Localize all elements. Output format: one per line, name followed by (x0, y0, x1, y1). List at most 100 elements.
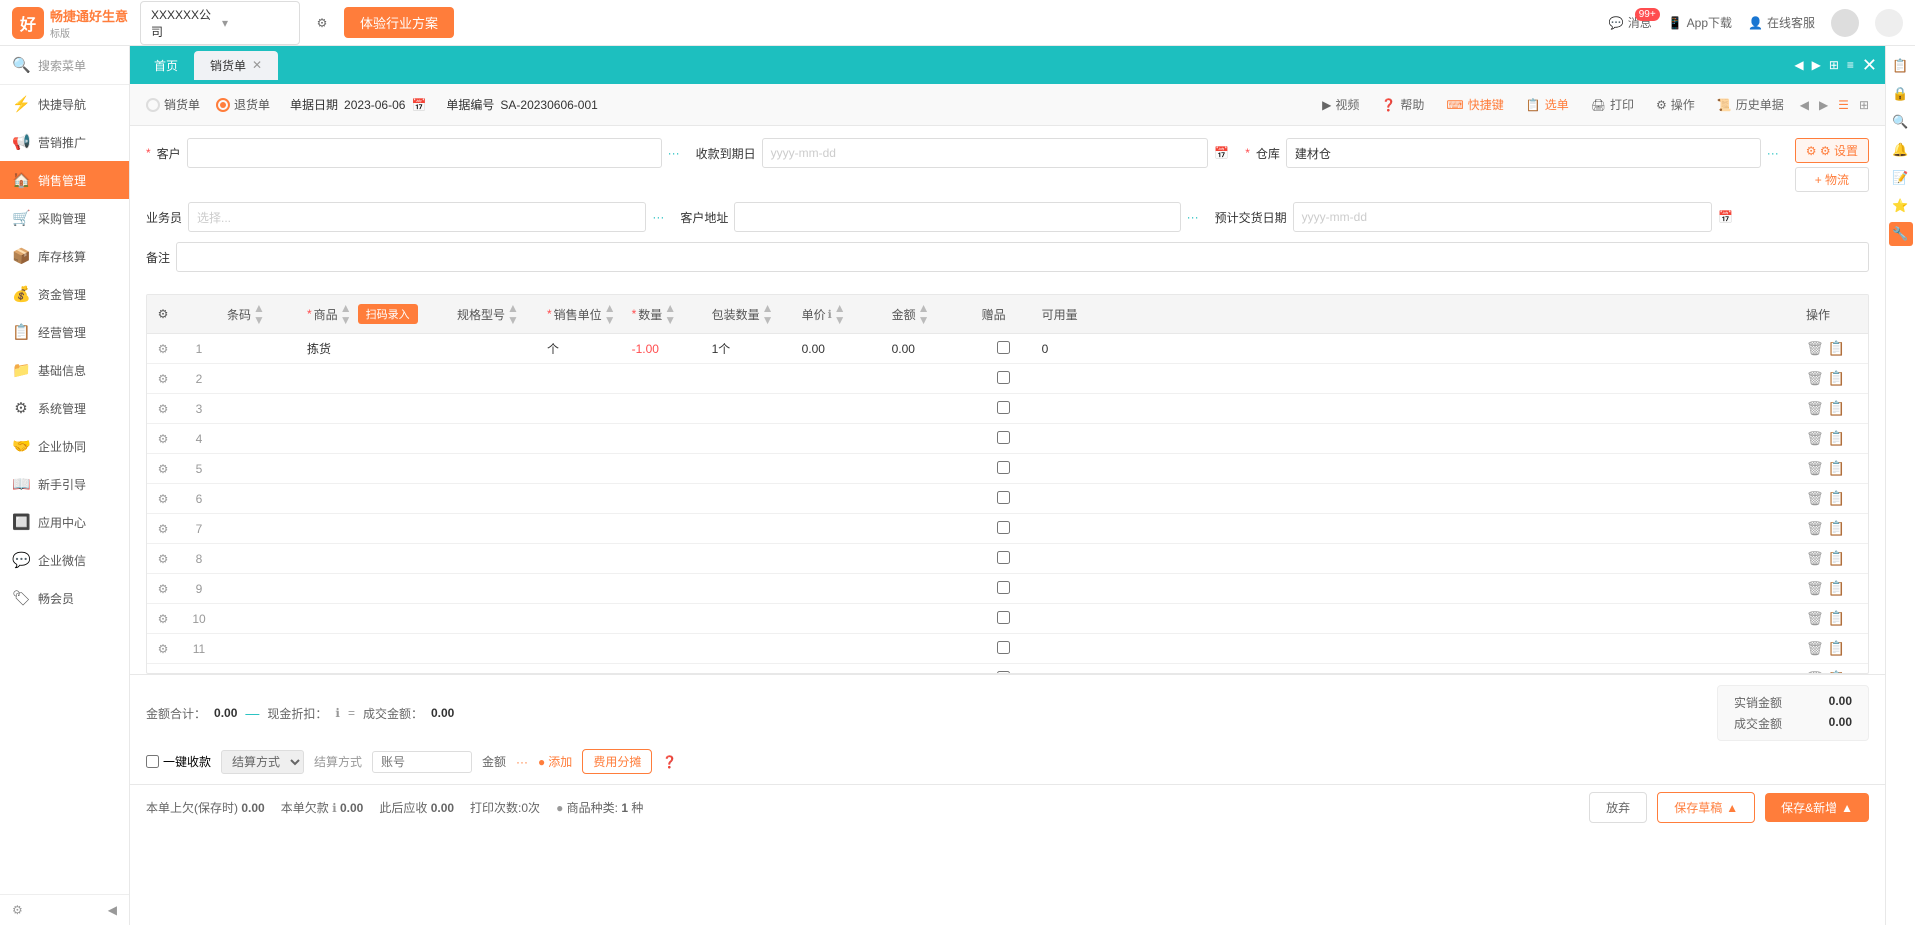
notes-input[interactable] (176, 242, 1869, 272)
receivable-date-input[interactable]: yyyy-mm-dd (762, 138, 1209, 168)
copy-row-icon[interactable]: 📋 (1828, 460, 1845, 477)
delete-row-icon[interactable]: 🗑 (1806, 520, 1824, 537)
warehouse-input[interactable]: 建材仓 (1286, 138, 1761, 168)
gift-checkbox[interactable] (997, 461, 1010, 474)
copy-row-icon[interactable]: 📋 (1828, 370, 1845, 387)
trial-button[interactable]: 体验行业方案 (344, 7, 454, 38)
sidebar-item-inventory[interactable]: 📦 库存核算 (0, 237, 129, 275)
sidebar-item-basics[interactable]: 📁 基础信息 (0, 351, 129, 389)
sidebar-item-member[interactable]: 🏷 畅会员 (0, 579, 129, 617)
copy-row-icon[interactable]: 📋 (1828, 580, 1845, 597)
gift-checkbox[interactable] (997, 341, 1010, 354)
avatar[interactable] (1831, 9, 1859, 37)
help-btn[interactable]: ❓ 帮助 (1375, 94, 1430, 115)
sidebar-item-appstore[interactable]: 🔲 应用中心 (0, 503, 129, 541)
payment-method-select[interactable]: 结算方式 (221, 750, 304, 774)
right-panel-item-2[interactable]: 🔒 (1889, 82, 1913, 106)
account-input[interactable] (372, 751, 472, 773)
copy-row-icon[interactable]: 📋 (1828, 400, 1845, 417)
delete-row-icon[interactable]: 🗑 (1806, 580, 1824, 597)
sidebar-item-system[interactable]: ⚙ 系统管理 (0, 389, 129, 427)
settings-icon[interactable]: ⚙ (308, 9, 336, 37)
delete-row-icon[interactable]: 🗑 (1806, 640, 1824, 657)
gift-checkbox[interactable] (997, 611, 1010, 624)
tab-sales-order[interactable]: 销货单 ✕ (194, 51, 278, 80)
nav-prev-icon[interactable]: ◀ (1800, 98, 1809, 112)
delete-row-icon[interactable]: 🗑 (1806, 610, 1824, 627)
gift-checkbox[interactable] (997, 371, 1010, 384)
salesperson-dots-btn[interactable]: ··· (652, 210, 664, 224)
copy-row-icon[interactable]: 📋 (1828, 520, 1845, 537)
radio-return[interactable]: 退货单 (216, 96, 270, 113)
user-menu[interactable] (1875, 9, 1903, 37)
copy-row-icon[interactable]: 📋 (1828, 550, 1845, 567)
sidebar-item-operations[interactable]: 📋 经营管理 (0, 313, 129, 351)
form-settings-btn[interactable]: ⚙ ⚙ 设置 (1795, 138, 1869, 163)
calendar-icon[interactable]: 📅 (411, 98, 426, 112)
right-panel-item-3[interactable]: 🔍 (1889, 110, 1913, 134)
add-dots-icon[interactable]: ··· (516, 755, 528, 769)
copy-row-icon[interactable]: 📋 (1828, 610, 1845, 627)
tab-grid-icon[interactable]: ⊞ (1829, 58, 1839, 72)
customer-address-input[interactable] (734, 202, 1180, 232)
salesperson-input[interactable]: 选择... (188, 202, 646, 232)
copy-row-icon[interactable]: 📋 (1828, 340, 1845, 357)
print-btn[interactable]: 🖨 打印 (1585, 94, 1640, 115)
row-settings-icon[interactable]: ⚙ (158, 402, 169, 416)
abandon-btn[interactable]: 放弃 (1589, 792, 1647, 823)
one-key-payment-checkbox[interactable]: 一键收款 (146, 753, 211, 770)
save-draft-btn[interactable]: 保存草稿 ▲ (1657, 792, 1755, 823)
page-close-btn[interactable]: ✕ (1862, 55, 1877, 76)
scan-btn[interactable]: 扫码录入 (358, 304, 418, 324)
gift-checkbox[interactable] (997, 491, 1010, 504)
tab-list-icon[interactable]: ≡ (1847, 58, 1854, 72)
row-settings-icon[interactable]: ⚙ (158, 582, 169, 596)
shortcut-btn[interactable]: ⌨ 快捷键 (1440, 94, 1509, 115)
select-btn[interactable]: 📋 选单 (1520, 94, 1575, 115)
row-settings-icon[interactable]: ⚙ (158, 462, 169, 476)
sidebar-item-enterprise[interactable]: 🤝 企业协同 (0, 427, 129, 465)
customer-input[interactable] (187, 138, 662, 168)
row-settings-icon[interactable]: ⚙ (158, 612, 169, 626)
sidebar-search[interactable]: 🔍 搜索菜单 (0, 46, 129, 85)
overdue-info-icon[interactable]: ℹ (332, 801, 337, 815)
nav-next-icon[interactable]: ▶ (1819, 98, 1828, 112)
view-grid-icon[interactable]: ⊞ (1859, 98, 1869, 112)
radio-sales[interactable]: 销货单 (146, 96, 200, 113)
expense-split-btn[interactable]: 费用分摊 (582, 749, 652, 774)
gift-checkbox[interactable] (997, 581, 1010, 594)
customer-dots-btn[interactable]: ··· (668, 146, 680, 160)
gift-checkbox[interactable] (997, 431, 1010, 444)
right-panel-item-5[interactable]: 📝 (1889, 166, 1913, 190)
sidebar-item-sales[interactable]: 🏠 销售管理 (0, 161, 129, 199)
save-new-btn[interactable]: 保存&新增 ▲ (1765, 793, 1869, 822)
sidebar-item-purchase[interactable]: 🛒 采购管理 (0, 199, 129, 237)
delete-row-icon[interactable]: 🗑 (1806, 550, 1824, 567)
delete-row-icon[interactable]: 🗑 (1806, 400, 1824, 417)
company-selector[interactable]: XXXXXX公司 ▾ (140, 1, 300, 45)
row-settings-icon[interactable]: ⚙ (158, 642, 169, 656)
row-settings-icon[interactable]: ⚙ (158, 372, 169, 386)
right-panel-item-6[interactable]: ⭐ (1889, 194, 1913, 218)
address-dots-btn[interactable]: ··· (1187, 210, 1199, 224)
delivery-calendar-icon[interactable]: 📅 (1718, 210, 1733, 224)
tab-close-icon[interactable]: ✕ (252, 58, 262, 72)
row-settings-icon[interactable]: ⚙ (158, 342, 169, 356)
sidebar-settings-btn[interactable]: ⚙ (12, 903, 23, 917)
sidebar-item-guide[interactable]: 📖 新手引导 (0, 465, 129, 503)
view-list-icon[interactable]: ☰ (1838, 98, 1849, 112)
copy-row-icon[interactable]: 📋 (1828, 490, 1845, 507)
row-settings-icon[interactable]: ⚙ (158, 522, 169, 536)
sidebar-collapse-btn[interactable]: ◀ (108, 903, 117, 917)
row-settings-icon[interactable]: ⚙ (158, 432, 169, 446)
gift-checkbox[interactable] (997, 551, 1010, 564)
warehouse-dots-btn[interactable]: ··· (1767, 146, 1779, 160)
sidebar-item-quick-nav[interactable]: ⚡ 快捷导航 (0, 85, 129, 123)
row-settings-icon[interactable]: ⚙ (158, 552, 169, 566)
sidebar-item-finance[interactable]: 💰 资金管理 (0, 275, 129, 313)
row-settings-icon[interactable]: ⚙ (158, 492, 169, 506)
delete-row-icon[interactable]: 🗑 (1806, 340, 1824, 357)
online-service-btn[interactable]: 👤 在线客服 (1748, 14, 1815, 31)
discount-info-icon[interactable]: ℹ (335, 706, 340, 720)
gift-checkbox[interactable] (997, 401, 1010, 414)
